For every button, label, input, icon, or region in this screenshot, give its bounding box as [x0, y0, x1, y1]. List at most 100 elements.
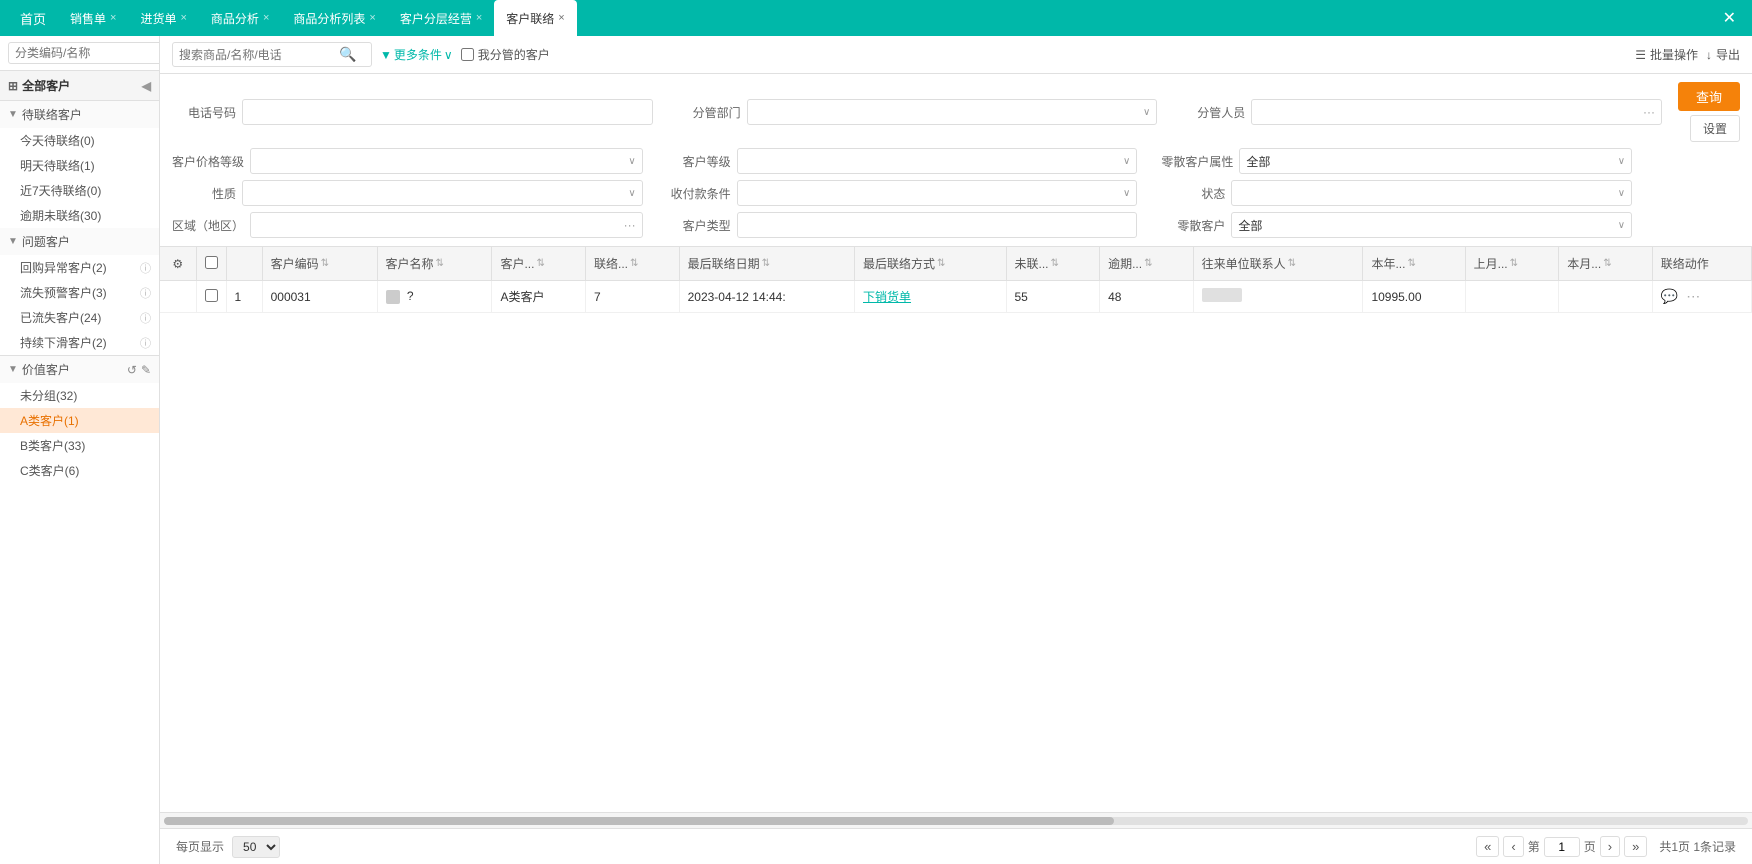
region-select[interactable]: ···	[250, 212, 643, 238]
retail2-select[interactable]: 全部 ∨	[1231, 212, 1632, 238]
staff-select[interactable]: ···	[1251, 99, 1662, 125]
sidebar-item-overdue[interactable]: 逾期未联络(30)	[0, 203, 159, 228]
next-page-button[interactable]: ›	[1600, 836, 1620, 857]
retail-attr-select[interactable]: 全部 ∨	[1239, 148, 1632, 174]
sidebar-search-input[interactable]	[8, 42, 160, 64]
close-icon[interactable]: ×	[180, 12, 186, 24]
row-last-method[interactable]: 下销货单	[855, 281, 1007, 313]
sidebar-item-churned[interactable]: 已流失客户(24) ⓘ	[0, 305, 159, 330]
nav-tab-sales[interactable]: 销售单 ×	[58, 0, 128, 36]
batch-op-button[interactable]: ☰ 批量操作	[1635, 46, 1698, 63]
export-button[interactable]: ↓ 导出	[1706, 46, 1740, 63]
nav-tab-purchase[interactable]: 进货单 ×	[128, 0, 198, 36]
sidebar-item-b-class[interactable]: B类客户(33)	[0, 433, 159, 458]
th-level[interactable]: 客户... ⇅	[492, 247, 586, 281]
more-icon[interactable]: ···	[1643, 105, 1655, 119]
close-icon[interactable]: ×	[369, 12, 375, 24]
edit-icon[interactable]: ✎	[141, 363, 151, 377]
pending-contact-group[interactable]: ▼ 待联络客户	[0, 101, 159, 128]
nav-tab-analysis-list[interactable]: 商品分析列表 ×	[281, 0, 387, 36]
arrow-icon: ▼	[8, 364, 18, 375]
th-this-month[interactable]: 本月... ⇅	[1559, 247, 1653, 281]
th-last-month[interactable]: 上月... ⇅	[1465, 247, 1559, 281]
sidebar-item-churn-warn[interactable]: 流失预警客户(3) ⓘ	[0, 280, 159, 305]
problem-customers-group[interactable]: ▼ 问题客户	[0, 228, 159, 255]
customer-level-select[interactable]: ∨	[737, 148, 1138, 174]
sidebar-item-abnormal[interactable]: 回购异常客户(2) ⓘ	[0, 255, 159, 280]
search-icon[interactable]: 🔍	[339, 46, 356, 63]
query-btn-col: 查询 设置	[1670, 82, 1740, 142]
nav-home[interactable]: 首页	[8, 0, 58, 36]
filter-region: 区域（地区） ···	[172, 212, 643, 238]
close-window-button[interactable]: ✕	[1715, 8, 1744, 28]
value-action-icons[interactable]: ↺ ✎	[127, 363, 151, 377]
search-input[interactable]	[179, 48, 339, 62]
th-pending[interactable]: 未联... ⇅	[1006, 247, 1100, 281]
sidebar-item-7days[interactable]: 近7天待联络(0)	[0, 178, 159, 203]
scrollbar-track[interactable]	[164, 817, 1748, 825]
th-code[interactable]: 客户编码 ⇅	[262, 247, 377, 281]
arrow-icon: ▼	[8, 109, 18, 120]
sort-icon: ⇅	[436, 258, 444, 269]
th-last-method[interactable]: 最后联络方式 ⇅	[855, 247, 1007, 281]
page-number-input[interactable]	[1544, 837, 1580, 857]
value-customers-group[interactable]: ▼ 价值客户 ↺ ✎	[0, 355, 159, 383]
sidebar-item-ungrouped[interactable]: 未分组(32)	[0, 383, 159, 408]
sidebar-item-today[interactable]: 今天待联络(0)	[0, 128, 159, 153]
sort-icon: ⇅	[1144, 258, 1152, 269]
sidebar-item-declining[interactable]: 持续下滑客户(2) ⓘ	[0, 330, 159, 355]
query-button[interactable]: 查询	[1678, 82, 1740, 111]
refresh-icon[interactable]: ↺	[127, 363, 137, 377]
export-icon: ↓	[1706, 48, 1712, 62]
filter-dept: 分管部门 ∨	[677, 99, 1158, 125]
sidebar-item-a-class[interactable]: A类客户(1)	[0, 408, 159, 433]
link-icon[interactable]: ⋯	[1686, 288, 1700, 305]
filter-price-level: 客户价格等级 ∨	[172, 148, 643, 174]
th-unit-contact[interactable]: 往来单位联系人 ⇅	[1193, 247, 1363, 281]
th-overdue[interactable]: 逾期... ⇅	[1100, 247, 1194, 281]
first-page-button[interactable]: «	[1476, 836, 1499, 857]
sidebar-item-c-class[interactable]: C类客户(6)	[0, 458, 159, 483]
close-icon[interactable]: ×	[476, 12, 482, 24]
my-customers-checkbox[interactable]	[461, 48, 474, 61]
close-icon[interactable]: ×	[263, 12, 269, 24]
payment-select[interactable]: ∨	[737, 180, 1138, 206]
more-filter-button[interactable]: ▼ 更多条件 ∨	[380, 46, 453, 63]
price-level-select[interactable]: ∨	[250, 148, 643, 174]
all-customers-header[interactable]: ⊞ 全部客户 ◀	[0, 71, 159, 101]
row-this-year: 10995.00	[1363, 281, 1465, 313]
top-nav: 首页 销售单 × 进货单 × 商品分析 × 商品分析列表 × 客户分层经营 × …	[0, 0, 1752, 36]
th-last-date[interactable]: 最后联络日期 ⇅	[679, 247, 854, 281]
nature-select[interactable]: ∨	[242, 180, 643, 206]
row-select-checkbox[interactable]	[205, 289, 218, 302]
scrollbar-thumb[interactable]	[164, 817, 1114, 825]
prev-page-button[interactable]: ‹	[1503, 836, 1523, 857]
sidebar-item-tomorrow[interactable]: 明天待联络(1)	[0, 153, 159, 178]
sort-icon: ⇅	[762, 258, 770, 269]
dept-select[interactable]: ∨	[747, 99, 1158, 125]
close-icon[interactable]: ×	[558, 12, 564, 24]
close-icon[interactable]: ×	[110, 12, 116, 24]
customer-type-select[interactable]	[737, 212, 1138, 238]
sort-icon: ⇅	[1603, 258, 1611, 269]
table-area: ⚙ 客户编码 ⇅ 客户名称	[160, 247, 1752, 812]
page-size-select[interactable]: 50	[232, 836, 280, 858]
more-icon[interactable]: ···	[624, 218, 636, 232]
nav-tab-analysis[interactable]: 商品分析 ×	[199, 0, 281, 36]
horizontal-scrollbar[interactable]	[160, 812, 1752, 828]
select-all-checkbox[interactable]	[205, 256, 218, 269]
th-contact-count[interactable]: 联络... ⇅	[586, 247, 680, 281]
sort-icon: ⇅	[1288, 258, 1296, 269]
chat-icon[interactable]: 💬	[1661, 288, 1678, 305]
nav-tab-customer-contact[interactable]: 客户联络 ×	[494, 0, 576, 36]
setting-button[interactable]: 设置	[1690, 115, 1740, 142]
status-select[interactable]: ∨	[1231, 180, 1632, 206]
last-page-button[interactable]: »	[1624, 836, 1647, 857]
nav-tab-customer-tier[interactable]: 客户分层经营 ×	[388, 0, 494, 36]
phone-input[interactable]	[242, 99, 653, 125]
collapse-icon[interactable]: ◀	[142, 79, 151, 93]
row-this-month	[1559, 281, 1653, 313]
th-this-year[interactable]: 本年... ⇅	[1363, 247, 1465, 281]
table-settings-col[interactable]: ⚙	[160, 247, 196, 281]
th-name[interactable]: 客户名称 ⇅	[377, 247, 492, 281]
